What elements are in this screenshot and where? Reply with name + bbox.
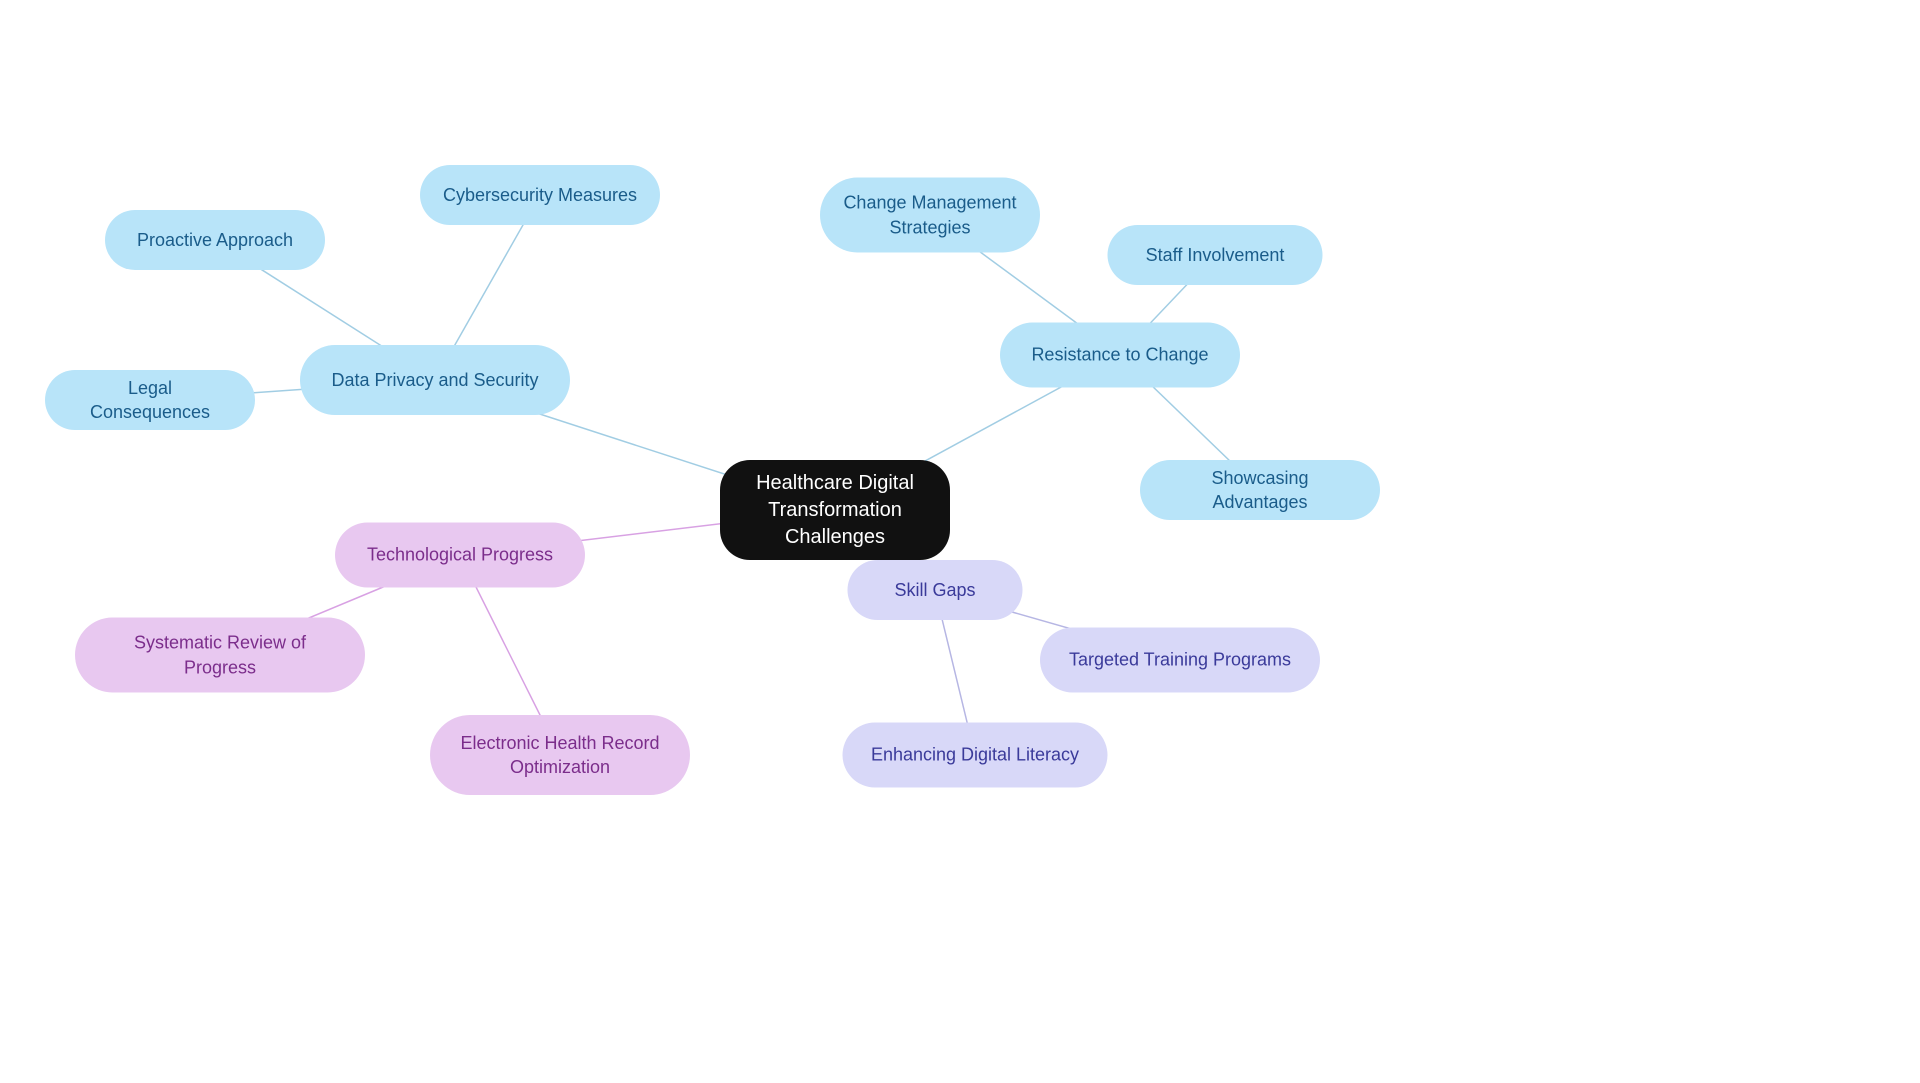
node-cybersecurity: Cybersecurity Measures [420,165,660,225]
node-staff-inv: Staff Involvement [1108,225,1323,285]
node-ehr: Electronic Health Record Optimization [430,715,690,795]
connections-svg [0,0,1920,1083]
node-change-mgmt: Change Management Strategies [820,178,1040,253]
node-resistance: Resistance to Change [1000,323,1240,388]
node-data-privacy: Data Privacy and Security [300,345,570,415]
node-proactive: Proactive Approach [105,210,325,270]
node-systematic: Systematic Review of Progress [75,618,365,693]
mindmap-container: Healthcare Digital Transformation Challe… [0,0,1920,1083]
node-showcasing: Showcasing Advantages [1140,460,1380,520]
center-node: Healthcare Digital Transformation Challe… [720,460,950,560]
node-legal: Legal Consequences [45,370,255,430]
node-training: Targeted Training Programs [1040,628,1320,693]
node-skill-gaps: Skill Gaps [848,560,1023,620]
node-tech-progress: Technological Progress [335,523,585,588]
node-digital-lit: Enhancing Digital Literacy [843,723,1108,788]
